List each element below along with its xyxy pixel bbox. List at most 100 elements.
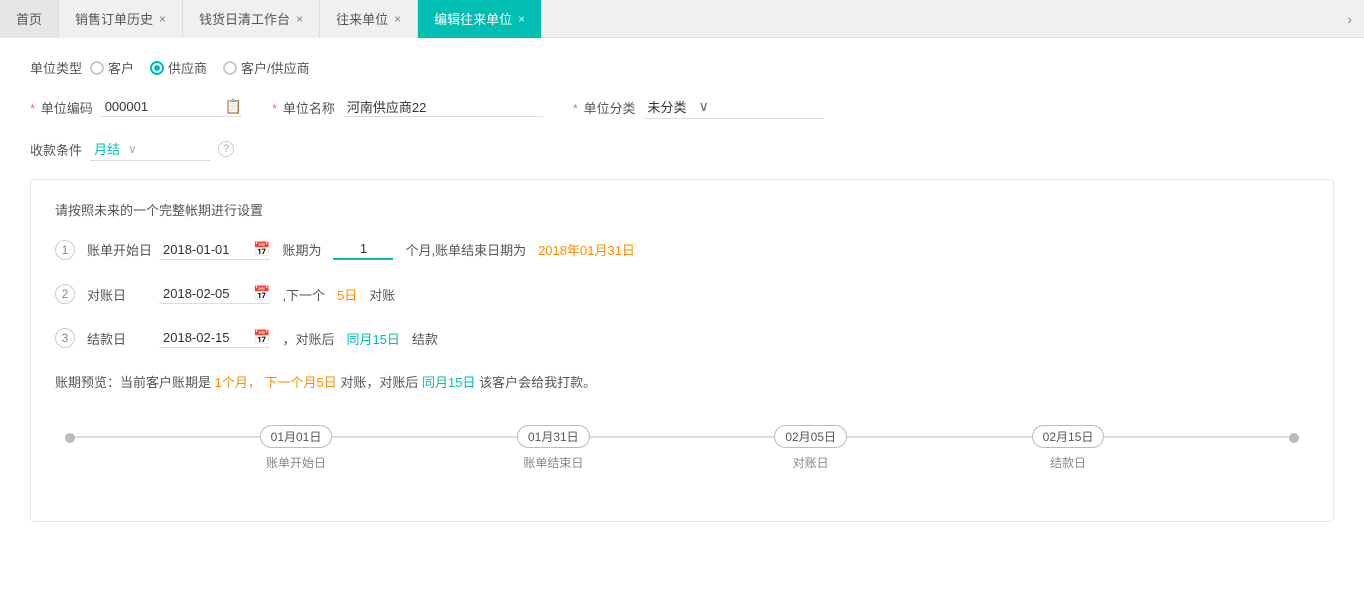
unit-name-input-wrapper <box>343 97 543 117</box>
name-required-star: * <box>272 101 277 116</box>
radio-group: 客户 供应商 客户/供应商 <box>90 58 310 77</box>
unit-category-label: * 单位分类 <box>573 98 636 117</box>
preview-next: 下一个月5日 <box>265 375 337 390</box>
timeline-left-dot <box>65 425 75 443</box>
period-2-suffix: 对账 <box>369 285 395 304</box>
radio-customer-circle <box>90 61 104 75</box>
timeline-label-2: 账单结束日 <box>523 454 583 471</box>
unit-type-row: 单位类型 客户 供应商 客户/供应商 <box>30 58 1334 77</box>
unit-type-group: 单位类型 客户 供应商 客户/供应商 <box>30 58 310 77</box>
timeline-label-1: 账单开始日 <box>266 454 326 471</box>
payment-group: 收款条件 月结 ∨ ? <box>30 137 234 161</box>
unit-code-input[interactable] <box>101 97 221 116</box>
period-3-highlight: 同月15日 <box>346 329 399 348</box>
radio-customer-label: 客户 <box>108 58 134 77</box>
tab-sales-order-label: 销售订单历史 <box>75 9 153 28</box>
main-content: 单位类型 客户 供应商 客户/供应商 * 单位编码 <box>0 38 1364 608</box>
period-date-1-cal-icon[interactable]: 📅 <box>253 241 270 258</box>
unit-code-label: * 单位编码 <box>30 98 93 117</box>
timeline-badge-4: 02月15日 <box>1032 425 1105 448</box>
period-2-desc: ,下一个 <box>282 285 325 304</box>
timeline-badge-2: 01月31日 <box>517 425 590 448</box>
period-num-3: 3 <box>55 328 75 348</box>
payment-label: 收款条件 <box>30 140 82 159</box>
period-date-3-field[interactable] <box>159 328 249 347</box>
radio-both[interactable]: 客户/供应商 <box>223 58 310 77</box>
radio-supplier[interactable]: 供应商 <box>150 58 207 77</box>
timeline-node-2: 01月31日 账单结束日 <box>517 425 590 471</box>
period-1-desc-prefix: 账期为 <box>282 240 321 259</box>
unit-category-select[interactable]: 未分类 ∨ <box>644 95 824 119</box>
radio-supplier-circle <box>150 61 164 75</box>
period-month-input[interactable] <box>333 239 393 260</box>
radio-both-circle <box>223 61 237 75</box>
period-date-1-field[interactable] <box>159 240 249 259</box>
unit-code-group: * 单位编码 📋 <box>30 97 242 117</box>
period-label-2: 对账日 <box>87 285 147 304</box>
tab-overflow-arrow[interactable]: › <box>1335 11 1364 27</box>
period-num-1: 1 <box>55 240 75 260</box>
period-row-2: 2 对账日 📅 ,下一个 5日 对账 <box>55 284 1309 304</box>
tab-partner[interactable]: 往来单位 × <box>320 0 418 38</box>
timeline-node-1: 01月01日 账单开始日 <box>260 425 333 471</box>
preview-text: 账期预览：当前客户账期是 1个月， 下一个月5日 对账，对账后 同月15日 该客… <box>55 372 1309 391</box>
tab-edit-partner[interactable]: 编辑往来单位 × <box>418 0 542 38</box>
period-date-3-input: 📅 <box>159 328 270 348</box>
period-row-3: 3 结款日 📅 ，对账后 同月15日 结款 <box>55 328 1309 348</box>
timeline-nodes: 01月01日 账单开始日 01月31日 账单结束日 02月05日 对账日 <box>65 425 1299 471</box>
tab-partner-close[interactable]: × <box>394 12 401 26</box>
panel-title: 请按照未来的一个完整帐期进行设置 <box>55 200 1309 219</box>
timeline-dot-right <box>1289 433 1299 443</box>
tab-edit-partner-label: 编辑往来单位 <box>434 9 512 28</box>
preview-same: 同月15日 <box>422 375 475 390</box>
period-panel: 请按照未来的一个完整帐期进行设置 1 账单开始日 📅 账期为 个月,账单结束日期… <box>30 179 1334 522</box>
timeline-dot-left <box>65 433 75 443</box>
code-required-star: * <box>30 101 35 116</box>
period-label-3: 结款日 <box>87 329 147 348</box>
period-date-3-cal-icon[interactable]: 📅 <box>253 329 270 346</box>
tab-edit-partner-close[interactable]: × <box>518 12 525 26</box>
cat-required-star: * <box>573 101 578 116</box>
period-row-1: 1 账单开始日 📅 账期为 个月,账单结束日期为 2018年01月31日 <box>55 239 1309 260</box>
payment-select[interactable]: 月结 ∨ <box>90 137 210 161</box>
period-3-suffix: 结款 <box>412 329 438 348</box>
code-name-row: * 单位编码 📋 * 单位名称 * 单位分类 未分类 <box>30 95 1334 119</box>
tab-partner-label: 往来单位 <box>336 9 388 28</box>
tab-home[interactable]: 首页 <box>0 0 59 38</box>
unit-code-icon[interactable]: 📋 <box>225 98 242 115</box>
timeline-badge-3: 02月05日 <box>774 425 847 448</box>
unit-category-value: 未分类 <box>644 95 691 118</box>
radio-customer[interactable]: 客户 <box>90 58 134 77</box>
preview-label: 账期预览：当前客户账期是 <box>55 375 211 390</box>
tab-cash-desk[interactable]: 钱货日清工作台 × <box>183 0 320 38</box>
payment-help-icon[interactable]: ? <box>218 141 234 157</box>
tab-cash-desk-close[interactable]: × <box>296 12 303 26</box>
timeline-badge-1: 01月01日 <box>260 425 333 448</box>
timeline-label-3: 对账日 <box>793 454 829 471</box>
period-date-2-cal-icon[interactable]: 📅 <box>253 285 270 302</box>
tab-sales-order-close[interactable]: × <box>159 12 166 26</box>
unit-type-label: 单位类型 <box>30 58 82 77</box>
timeline-node-3: 02月05日 对账日 <box>774 425 847 471</box>
timeline-label-4: 结款日 <box>1050 454 1086 471</box>
unit-name-input[interactable] <box>343 97 543 116</box>
unit-name-group: * 单位名称 <box>272 97 543 117</box>
tab-sales-order[interactable]: 销售订单历史 × <box>59 0 183 38</box>
preview-1m: 1个月， <box>215 375 261 390</box>
unit-name-label: * 单位名称 <box>272 98 335 117</box>
unit-code-input-wrapper: 📋 <box>101 97 242 117</box>
timeline: 01月01日 账单开始日 01月31日 账单结束日 02月05日 对账日 <box>55 415 1309 501</box>
period-2-highlight: 5日 <box>337 285 357 304</box>
tab-bar: 首页 销售订单历史 × 钱货日清工作台 × 往来单位 × 编辑往来单位 × › <box>0 0 1364 38</box>
period-date-2-field[interactable] <box>159 284 249 303</box>
payment-chevron-icon[interactable]: ∨ <box>128 142 137 156</box>
unit-category-group: * 单位分类 未分类 ∨ <box>573 95 824 119</box>
timeline-right-dot <box>1289 425 1299 443</box>
tab-cash-desk-label: 钱货日清工作台 <box>199 9 290 28</box>
timeline-node-4: 02月15日 结款日 <box>1032 425 1105 471</box>
category-chevron-icon[interactable]: ∨ <box>699 98 709 115</box>
payment-row: 收款条件 月结 ∨ ? <box>30 137 1334 161</box>
period-1-desc-suffix: 个月,账单结束日期为 <box>405 240 526 259</box>
period-label-1: 账单开始日 <box>87 240 147 259</box>
period-3-prefix: ，对账后 <box>282 329 334 348</box>
